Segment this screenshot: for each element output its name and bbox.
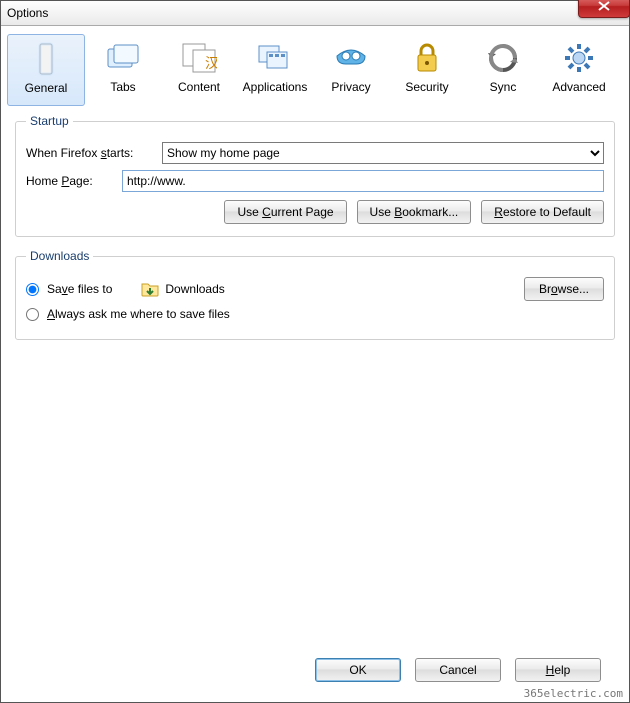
tab-panel-general: Startup When Firefox starts: Show my hom… [15,114,615,340]
startup-legend: Startup [26,114,73,128]
cancel-button[interactable]: Cancel [415,658,501,682]
tab-label: General [8,81,84,95]
ok-button[interactable]: OK [315,658,401,682]
tab-label: Tabs [85,80,161,94]
startup-group: Startup When Firefox starts: Show my hom… [15,114,615,237]
sync-icon [487,42,519,74]
help-button[interactable]: Help [515,658,601,682]
close-icon [598,1,610,11]
general-icon [31,42,61,76]
tab-sync[interactable]: Sync [465,34,541,106]
tab-label: Advanced [541,80,617,94]
tab-label: Security [389,80,465,94]
applications-icon [257,42,293,74]
privacy-icon [334,42,368,74]
save-files-to-radio[interactable] [26,283,39,296]
options-window: Options General Tabs [0,0,630,703]
restore-default-button[interactable]: Restore to Default [481,200,604,224]
home-page-input[interactable] [122,170,604,192]
tab-label: Privacy [313,80,389,94]
tab-label: Applications [237,80,313,94]
category-tabstrip: General Tabs 汉 Content [1,26,629,106]
tabs-icon [106,43,140,73]
tab-general[interactable]: General [7,34,85,106]
use-current-page-button[interactable]: Use Current Page [224,200,346,224]
security-icon [412,41,442,75]
always-ask-label: Always ask me where to save files [47,307,230,321]
content-icon: 汉 [181,42,217,74]
tab-security[interactable]: Security [389,34,465,106]
advanced-icon [562,41,596,75]
when-firefox-starts-label: When Firefox starts: [26,146,154,160]
browse-button[interactable]: Browse... [524,277,604,301]
use-bookmark-button[interactable]: Use Bookmark... [357,200,472,224]
downloads-group: Downloads Save files to Downloads Browse… [15,249,615,340]
title-bar: Options [1,1,629,26]
downloads-legend: Downloads [26,249,93,263]
close-button[interactable] [578,0,630,18]
home-page-label: Home Page: [26,174,114,188]
downloads-folder[interactable]: Downloads [134,278,231,300]
watermark: 365electric.com [524,687,623,700]
tab-content[interactable]: 汉 Content [161,34,237,106]
always-ask-radio[interactable] [26,308,39,321]
folder-icon [141,281,159,297]
tab-label: Content [161,80,237,94]
dialog-footer: OK Cancel Help [1,658,629,682]
tab-tabs[interactable]: Tabs [85,34,161,106]
save-files-to-label: Save files to [47,282,112,296]
window-title: Options [7,6,48,20]
downloads-folder-name: Downloads [165,282,224,296]
svg-text:汉: 汉 [205,56,217,72]
tab-applications[interactable]: Applications [237,34,313,106]
tab-privacy[interactable]: Privacy [313,34,389,106]
tab-advanced[interactable]: Advanced [541,34,617,106]
tab-label: Sync [465,80,541,94]
when-firefox-starts-select[interactable]: Show my home page [162,142,604,164]
